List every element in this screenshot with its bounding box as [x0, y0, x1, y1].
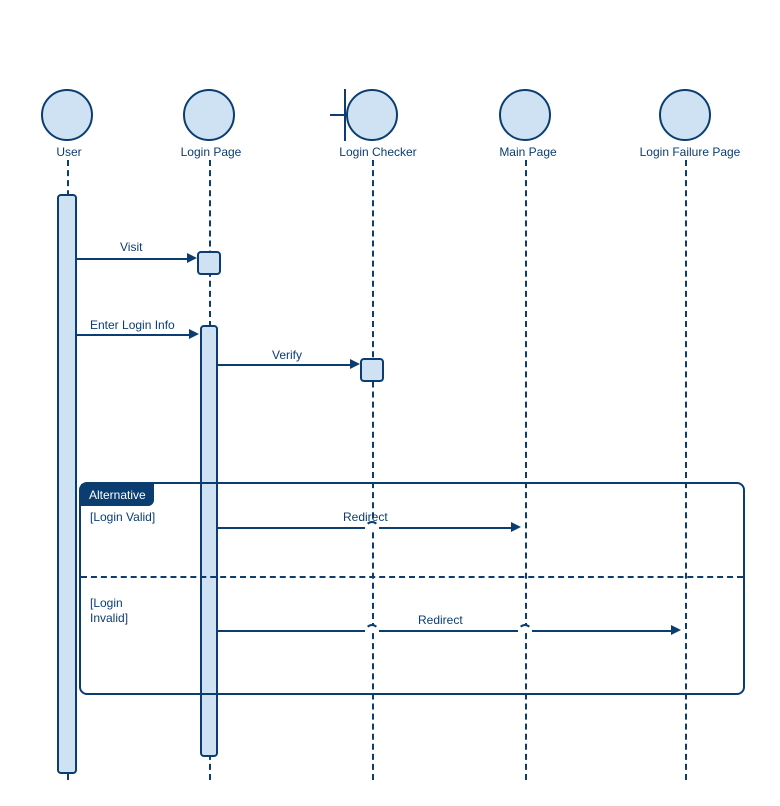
- message-redirect1-seg1: [218, 527, 366, 529]
- message-visit-arrow: [187, 253, 197, 263]
- message-redirect2-seg2: [379, 630, 519, 632]
- participant-mainpage-head: [499, 89, 551, 141]
- message-verify-line: [218, 364, 352, 366]
- message-redirect2-label: Redirect: [418, 613, 463, 627]
- participant-loginpage-head: [183, 89, 235, 141]
- message-redirect2-hop1: [365, 624, 379, 632]
- message-visit-label: Visit: [120, 240, 142, 254]
- alt-frame: [79, 482, 745, 695]
- alt-tab: Alternative: [81, 484, 154, 506]
- message-enter-line: [77, 334, 191, 336]
- message-redirect1-label: Redirect: [343, 510, 388, 524]
- participant-user-label: User: [45, 145, 93, 159]
- activation-user: [57, 194, 77, 774]
- activation-loginpage-1: [197, 251, 221, 275]
- activation-checker: [360, 358, 384, 382]
- message-redirect2-seg3: [532, 630, 673, 632]
- message-redirect2-seg1: [218, 630, 366, 632]
- participant-user-head: [41, 89, 93, 141]
- message-redirect1-hop: [365, 521, 379, 529]
- message-redirect1-arrow: [511, 522, 521, 532]
- message-verify-label: Verify: [272, 348, 302, 362]
- message-redirect2-arrow: [671, 625, 681, 635]
- message-verify-arrow: [350, 359, 360, 369]
- message-redirect1-seg2: [379, 527, 513, 529]
- message-enter-arrow: [189, 329, 199, 339]
- participant-failure-head: [659, 89, 711, 141]
- alt-guard-invalid-line1: [Login: [90, 596, 123, 610]
- participant-failure-label: Login Failure Page: [630, 145, 750, 159]
- message-enter-label: Enter Login Info: [90, 318, 175, 332]
- alt-guard-valid: [Login Valid]: [90, 510, 155, 524]
- message-redirect2-hop2: [518, 624, 532, 632]
- participant-mainpage-label: Main Page: [492, 145, 564, 159]
- alt-divider: [81, 576, 743, 578]
- alt-guard-invalid-line2: Invalid]: [90, 611, 128, 625]
- participant-checker-head: [346, 89, 398, 141]
- message-visit-line: [77, 258, 189, 260]
- participant-checker-label: Login Checker: [330, 145, 426, 159]
- participant-loginpage-label: Login Page: [175, 145, 247, 159]
